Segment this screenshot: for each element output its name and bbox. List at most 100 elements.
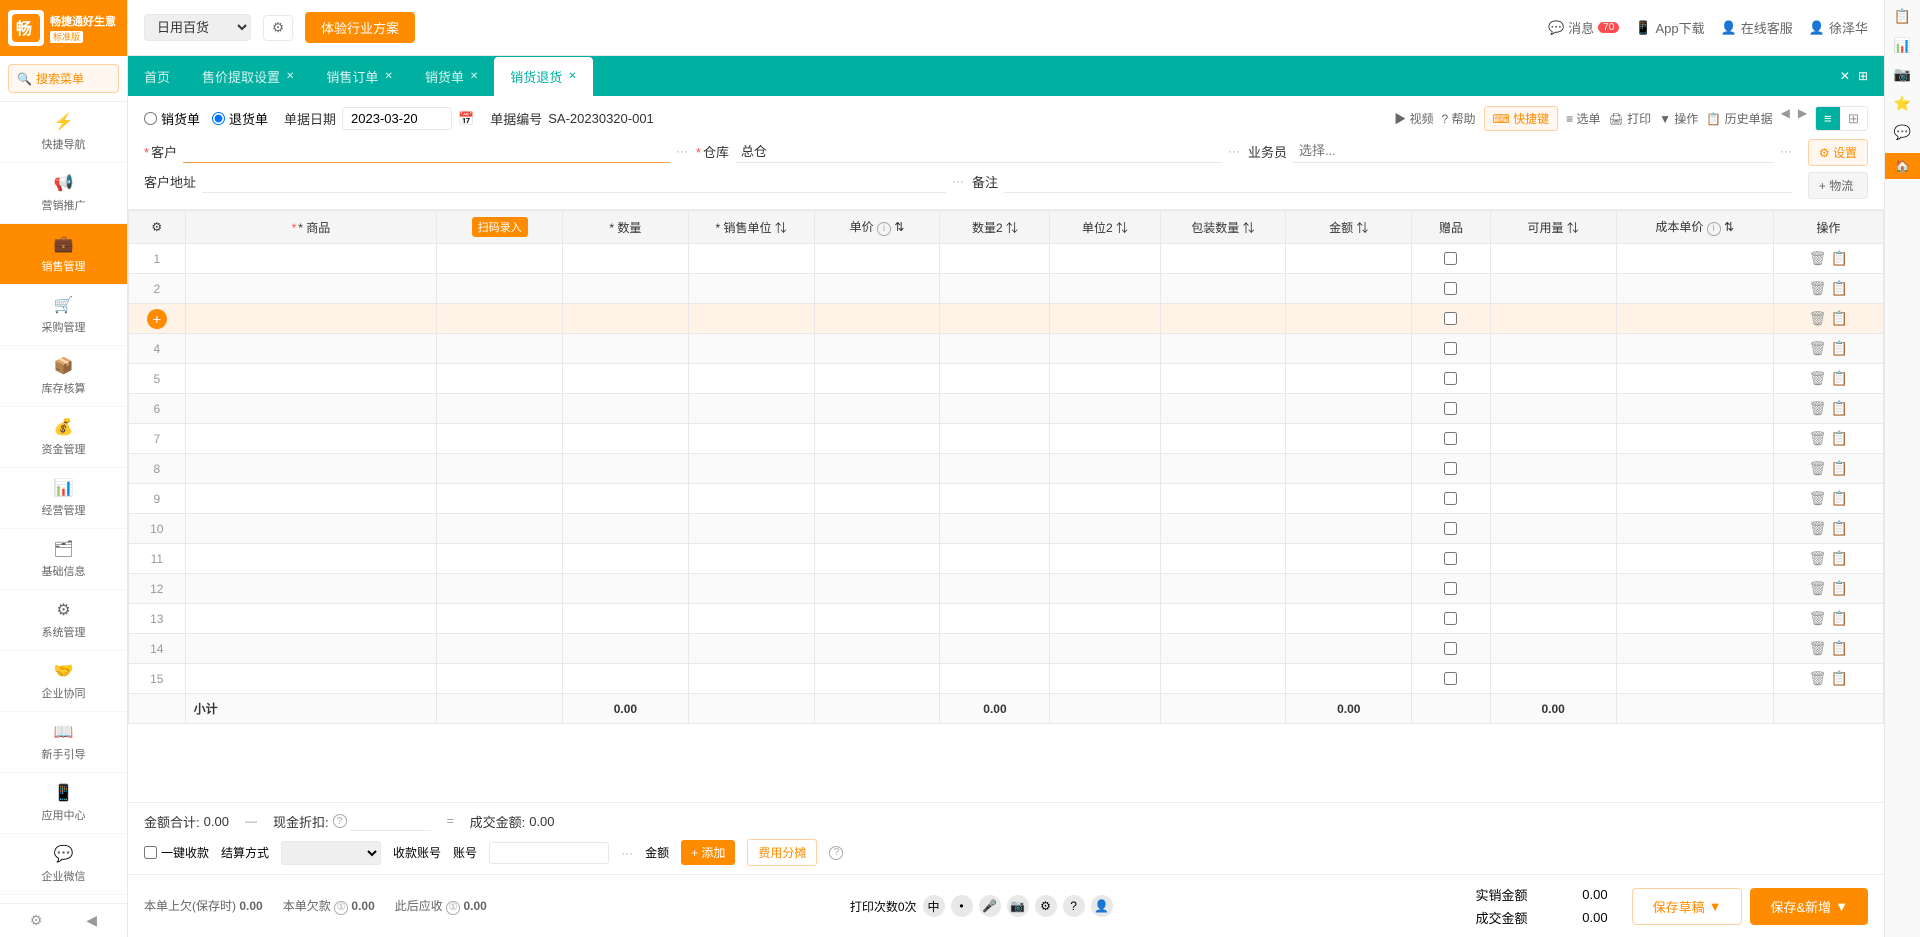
row-1-pkg[interactable]	[1160, 244, 1286, 274]
row-2-qty[interactable]	[563, 274, 689, 304]
delete-icon-7[interactable]: 🗑	[1809, 430, 1827, 447]
remark-input[interactable]	[1004, 169, 1792, 193]
row-1-qty[interactable]	[563, 244, 689, 274]
sidebar-item-changhui[interactable]: 👑 畅会员	[0, 895, 127, 903]
shortcut-button[interactable]: ⌨ 快捷键	[1484, 106, 1559, 131]
copy-icon-2[interactable]: 📋	[1831, 280, 1848, 297]
search-menu-button[interactable]: 🔍 搜索菜单	[8, 64, 119, 93]
delete-icon-2[interactable]: 🗑	[1809, 280, 1827, 297]
copy-icon-10[interactable]: 📋	[1831, 520, 1848, 537]
draft-dropdown-icon[interactable]: ▼	[1709, 899, 1722, 914]
copy-icon-7[interactable]: 📋	[1831, 430, 1848, 447]
experience-button[interactable]: 体验行业方案	[305, 12, 415, 43]
radio-sales-delivery[interactable]: 销货单	[144, 109, 200, 128]
tab-close-all-button[interactable]: ✕	[1840, 69, 1850, 83]
prev-record-button[interactable]: ◀	[1781, 106, 1790, 131]
row-1-unit[interactable]	[688, 244, 814, 274]
topbar-gear-button[interactable]: ⚙	[263, 15, 293, 41]
date-input[interactable]	[342, 107, 452, 130]
customer-select-button[interactable]: ···	[676, 144, 688, 158]
operation-button[interactable]: ▼ 操作	[1659, 106, 1698, 131]
delete-icon-5[interactable]: 🗑	[1809, 370, 1827, 387]
delete-icon-4[interactable]: 🗑	[1809, 340, 1827, 357]
sidebar-item-qiye[interactable]: 🤝 企业协同	[0, 651, 127, 712]
split-info-icon[interactable]: ?	[829, 846, 843, 860]
delete-icon-3[interactable]: 🗑	[1809, 310, 1827, 327]
row-3-goods-input[interactable]	[190, 311, 433, 326]
split-cost-button[interactable]: 费用分摊	[747, 839, 817, 866]
row-3-pkg[interactable]	[1160, 304, 1286, 334]
address-input[interactable]	[202, 169, 946, 193]
row-1-unit2[interactable]	[1050, 244, 1160, 274]
sidebar-item-caigou[interactable]: 🛒 采购管理	[0, 285, 127, 346]
row-2-unit2[interactable]	[1050, 274, 1160, 304]
delete-icon-13[interactable]: 🗑	[1809, 610, 1827, 627]
salesperson-select-button[interactable]: ···	[1780, 144, 1792, 158]
online-service-button[interactable]: 👤 在线客服	[1721, 18, 1793, 37]
sidebar-item-kucun[interactable]: 📦 库存核算	[0, 346, 127, 407]
row-2-qty2[interactable]	[940, 274, 1050, 304]
row-2-goods[interactable]	[185, 274, 437, 304]
right-panel-msg[interactable]: 💬	[1894, 124, 1911, 141]
user-button[interactable]: 👤 徐泽华	[1809, 18, 1868, 37]
copy-icon-8[interactable]: 📋	[1831, 460, 1848, 477]
copy-icon-5[interactable]: 📋	[1831, 370, 1848, 387]
settle-select[interactable]	[281, 841, 381, 865]
sidebar-item-weixin[interactable]: 💬 企业微信	[0, 834, 127, 895]
copy-icon-13[interactable]: 📋	[1831, 610, 1848, 627]
delete-icon-14[interactable]: 🗑	[1809, 640, 1827, 657]
delete-icon-10[interactable]: 🗑	[1809, 520, 1827, 537]
select-button[interactable]: ≡ 选单	[1566, 106, 1600, 131]
tab-sales-return[interactable]: 销货退货 ✕	[494, 57, 592, 96]
delete-icon-6[interactable]: 🗑	[1809, 400, 1827, 417]
copy-icon-15[interactable]: 📋	[1831, 670, 1848, 687]
right-panel-active[interactable]: 🏠	[1885, 153, 1920, 179]
sidebar-item-kuaijie[interactable]: ⚡ 快捷导航	[0, 102, 127, 163]
industry-select[interactable]: 日用百货	[144, 14, 251, 41]
customer-input[interactable]	[183, 139, 670, 163]
row-3-qty[interactable]	[563, 304, 689, 334]
settings2-icon[interactable]: ⚙	[1035, 895, 1057, 917]
sidebar-item-zijin[interactable]: 💰 资金管理	[0, 407, 127, 468]
tab-home[interactable]: 首页	[128, 57, 186, 96]
delete-icon-11[interactable]: 🗑	[1809, 550, 1827, 567]
row-1-qty2[interactable]	[940, 244, 1050, 274]
right-panel-camera[interactable]: 📷	[1894, 66, 1911, 83]
row-1-goods[interactable]	[185, 244, 437, 274]
row-1-gift[interactable]	[1412, 244, 1491, 274]
add-payment-button[interactable]: + 添加	[681, 840, 735, 865]
list-view-button[interactable]: ≡	[1816, 107, 1840, 130]
camera-icon[interactable]: 📷	[1007, 895, 1029, 917]
help-button[interactable]: ? 帮助	[1441, 106, 1475, 131]
receivable-info-icon[interactable]: ①	[446, 901, 460, 915]
history-button[interactable]: 📋 历史单据	[1706, 106, 1772, 131]
copy-icon-12[interactable]: 📋	[1831, 580, 1848, 597]
sidebar-item-jingying[interactable]: 📊 经营管理	[0, 468, 127, 529]
delete-icon-9[interactable]: 🗑	[1809, 490, 1827, 507]
save-new-button[interactable]: 保存&新增 ▼	[1750, 888, 1868, 925]
ime-icon[interactable]: 中	[923, 895, 945, 917]
row-2-price[interactable]	[814, 274, 940, 304]
row-3-qty2[interactable]	[940, 304, 1050, 334]
row-3-unit[interactable]	[688, 304, 814, 334]
sidebar-collapse-button[interactable]: ◀	[86, 912, 97, 929]
tab-close-sales-delivery[interactable]: ✕	[470, 71, 478, 82]
address-select-button[interactable]: ···	[952, 174, 964, 188]
settings-button[interactable]: ⚙ 设置	[1808, 139, 1868, 166]
tab-price-extract[interactable]: 售价提取设置 ✕	[186, 57, 310, 96]
tab-close-sales-return[interactable]: ✕	[568, 71, 576, 82]
logistics-button[interactable]: + 物流	[1808, 172, 1868, 199]
tab-close-price-extract[interactable]: ✕	[286, 71, 294, 82]
sidebar-item-xitong[interactable]: ⚙ 系统管理	[0, 590, 127, 651]
print-button[interactable]: 🖨 打印	[1609, 106, 1652, 131]
grid-view-button[interactable]: ⊞	[1840, 107, 1867, 130]
scan-button[interactable]: 扫码录入	[472, 217, 528, 237]
right-panel-notes[interactable]: 📋	[1894, 8, 1911, 25]
app-download-button[interactable]: 📱 App下载	[1635, 18, 1704, 37]
person-icon[interactable]: 👤	[1091, 895, 1113, 917]
row-2-amt[interactable]	[1286, 274, 1412, 304]
row-3-gift[interactable]	[1412, 304, 1491, 334]
next-record-button[interactable]: ▶	[1798, 106, 1807, 131]
copy-icon-6[interactable]: 📋	[1831, 400, 1848, 417]
account-select-button[interactable]: ···	[621, 846, 633, 860]
